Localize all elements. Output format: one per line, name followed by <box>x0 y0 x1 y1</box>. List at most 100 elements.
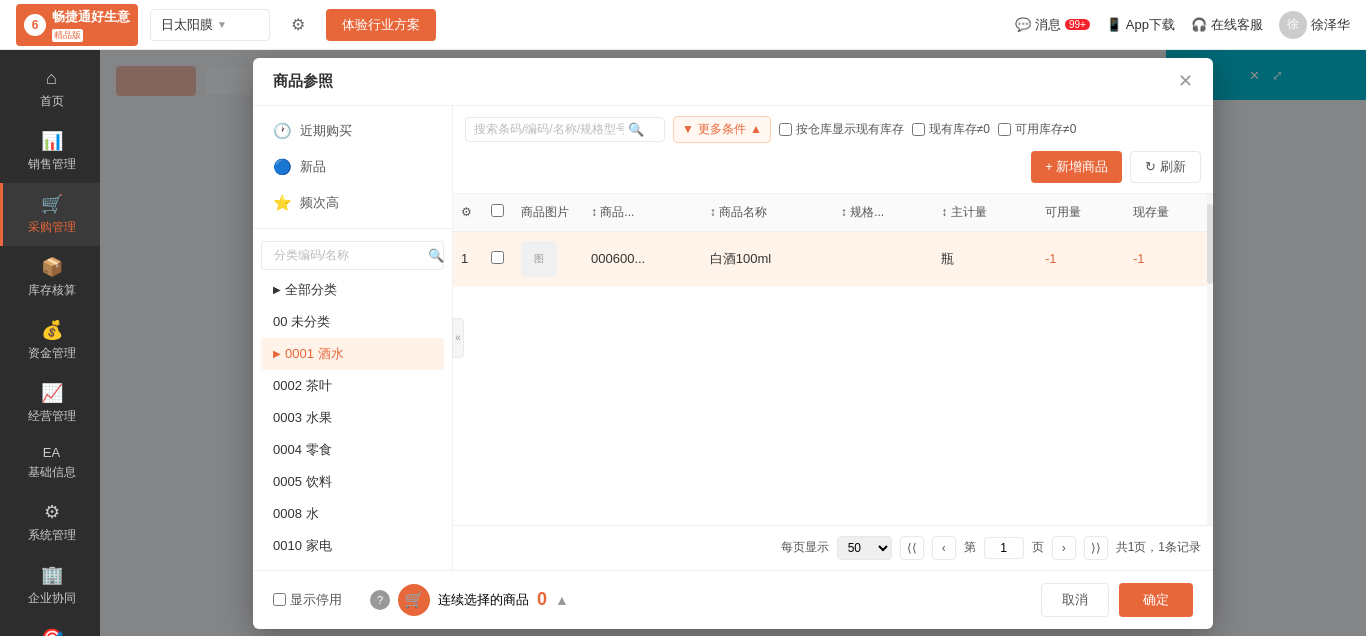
trial-button[interactable]: 体验行业方案 <box>326 9 436 41</box>
th-product-name[interactable]: ↕ 商品名称 <box>702 194 833 232</box>
sidebar-item-guide[interactable]: 🎯 新手引导 <box>0 617 100 636</box>
add-product-button[interactable]: + 新增商品 <box>1031 151 1122 183</box>
row-image-cell: 图 <box>513 231 583 286</box>
category-label-0004: 0004 零食 <box>273 441 332 459</box>
cancel-button[interactable]: 取消 <box>1041 583 1109 617</box>
category-item-all[interactable]: ▶ 全部分类 <box>261 274 444 306</box>
th-spec-label: ↕ 规格... <box>841 205 884 219</box>
sales-icon: 📊 <box>41 130 63 152</box>
sidebar-item-basic[interactable]: EA 基础信息 <box>0 435 100 491</box>
page-size-select[interactable]: 50 20 100 <box>837 536 892 560</box>
messages-nav-item[interactable]: 💬 消息 99+ <box>1015 16 1090 34</box>
sidebar-item-system[interactable]: ⚙ 系统管理 <box>0 491 100 554</box>
category-item-0010[interactable]: 0010 家电 <box>261 530 444 562</box>
th-stock-label: 现存量 <box>1133 205 1169 219</box>
sidebar-label-system: 系统管理 <box>28 527 76 544</box>
left-panel-collapse-button[interactable]: « <box>452 318 464 358</box>
nav-right-area: 💬 消息 99+ 📱 App下载 🎧 在线客服 徐 徐泽华 <box>1015 11 1350 39</box>
sidebar-item-operation[interactable]: 📈 经营管理 <box>0 372 100 435</box>
sidebar-item-enterprise[interactable]: 🏢 企业协同 <box>0 554 100 617</box>
sidebar-label-finance: 资金管理 <box>28 345 76 362</box>
tab-frequent[interactable]: ⭐ 频次高 <box>261 186 444 220</box>
available-stock-filter[interactable]: 可用库存≠0 <box>998 121 1076 138</box>
modal-header: 商品参照 ✕ <box>253 58 1213 106</box>
row-index: 1 <box>453 231 483 286</box>
cart-icon[interactable]: 🛒 <box>398 584 430 616</box>
category-item-0002[interactable]: 0002 茶叶 <box>261 370 444 402</box>
table-row[interactable]: 1 图 <box>453 231 1213 286</box>
show-disabled-filter[interactable]: 显示停用 <box>273 591 342 609</box>
prev-page-button[interactable]: ‹ <box>932 536 956 560</box>
left-panel: 🕐 近期购买 🔵 新品 ⭐ 频次高 <box>253 106 453 570</box>
th-code-label: ↕ 商品... <box>591 205 634 219</box>
purchase-icon: 🛒 <box>41 193 63 215</box>
modal-footer: 显示停用 ? 🛒 连续选择的商品 0 ▲ 取消 确定 <box>253 570 1213 629</box>
product-search-icon[interactable]: 🔍 <box>628 122 644 137</box>
filter-icon: ▼ <box>682 122 694 136</box>
th-unit[interactable]: ↕ 主计量 <box>933 194 1037 232</box>
message-icon: 💬 <box>1015 17 1031 32</box>
sidebar-label-sales: 销售管理 <box>28 156 76 173</box>
sidebar-label-home: 首页 <box>40 93 64 110</box>
available-stock-checkbox[interactable] <box>998 123 1011 136</box>
row-checkbox[interactable] <box>491 251 504 264</box>
select-all-checkbox[interactable] <box>491 204 504 217</box>
top-navbar: 6 畅捷通好生意 精品版 日太阳膜 ▼ ⚙ 体验行业方案 💬 消息 99+ 📱 … <box>0 0 1366 50</box>
footer-left: 显示停用 <box>273 591 342 609</box>
next-page-button[interactable]: › <box>1052 536 1076 560</box>
sidebar-item-sales[interactable]: 📊 销售管理 <box>0 120 100 183</box>
footer-cart: ? 🛒 连续选择的商品 0 ▲ <box>370 584 569 616</box>
product-table: ⚙ 商品图片 <box>453 194 1213 287</box>
row-name-cell: 白酒100ml <box>702 231 833 286</box>
category-item-0004[interactable]: 0004 零食 <box>261 434 444 466</box>
product-name: 白酒100ml <box>710 251 771 266</box>
category-item-0005[interactable]: 0005 饮料 <box>261 466 444 498</box>
sidebar-item-purchase[interactable]: 🛒 采购管理 <box>0 183 100 246</box>
refresh-button[interactable]: ↻ 刷新 <box>1130 151 1201 183</box>
avatar: 徐 <box>1279 11 1307 39</box>
online-service-nav-item[interactable]: 🎧 在线客服 <box>1191 16 1263 34</box>
company-selector[interactable]: 日太阳膜 ▼ <box>150 9 270 41</box>
warehouse-stock-filter[interactable]: 按仓库显示现有库存 <box>779 121 904 138</box>
current-stock-checkbox[interactable] <box>912 123 925 136</box>
tab-new[interactable]: 🔵 新品 <box>261 150 444 184</box>
category-item-0001[interactable]: ▶ 0001 酒水 <box>261 338 444 370</box>
settings-icon[interactable]: ⚙ <box>461 205 472 219</box>
pagination-bar: 每页显示 50 20 100 ⟨⟨ ‹ 第 页 › <box>453 525 1213 570</box>
category-item-00[interactable]: 00 未分类 <box>261 306 444 338</box>
sidebar-item-home[interactable]: ⌂ 首页 <box>0 58 100 120</box>
guide-icon: 🎯 <box>41 627 63 636</box>
category-label-0010: 0010 家电 <box>273 537 332 555</box>
sidebar: ⌂ 首页 📊 销售管理 🛒 采购管理 📦 库存核算 💰 资金管理 📈 经营管理 … <box>0 50 100 636</box>
last-page-button[interactable]: ⟩⟩ <box>1084 536 1108 560</box>
scrollbar-thumb[interactable] <box>1207 204 1213 284</box>
sidebar-item-finance[interactable]: 💰 资金管理 <box>0 309 100 372</box>
logo[interactable]: 6 畅捷通好生意 精品版 <box>16 4 138 46</box>
user-profile-nav-item[interactable]: 徐 徐泽华 <box>1279 11 1350 39</box>
th-product-code[interactable]: ↕ 商品... <box>583 194 702 232</box>
category-search-icon[interactable]: 🔍 <box>428 248 444 263</box>
product-search-input[interactable] <box>474 122 624 136</box>
cart-collapse-icon[interactable]: ▲ <box>555 592 569 608</box>
category-label-0002: 0002 茶叶 <box>273 377 332 395</box>
recent-icon: 🕐 <box>273 122 292 140</box>
sidebar-item-inventory[interactable]: 📦 库存核算 <box>0 246 100 309</box>
confirm-button[interactable]: 确定 <box>1119 583 1193 617</box>
current-stock-filter[interactable]: 现有库存≠0 <box>912 121 990 138</box>
modal-close-button[interactable]: ✕ <box>1178 72 1193 90</box>
help-icon[interactable]: ? <box>370 590 390 610</box>
first-page-button[interactable]: ⟨⟨ <box>900 536 924 560</box>
page-number-input[interactable] <box>984 537 1024 559</box>
warehouse-stock-checkbox[interactable] <box>779 123 792 136</box>
category-search-input[interactable] <box>274 248 424 262</box>
tab-recent[interactable]: 🕐 近期购买 <box>261 114 444 148</box>
more-filter-button[interactable]: ▼ 更多条件 ▲ <box>673 116 771 143</box>
th-spec[interactable]: ↕ 规格... <box>833 194 933 232</box>
app-download-nav-item[interactable]: 📱 App下载 <box>1106 16 1175 34</box>
tab-frequent-label: 频次高 <box>300 194 339 212</box>
show-disabled-checkbox[interactable] <box>273 593 286 606</box>
sidebar-label-operation: 经营管理 <box>28 408 76 425</box>
category-item-0003[interactable]: 0003 水果 <box>261 402 444 434</box>
settings-icon[interactable]: ⚙ <box>282 9 314 41</box>
category-item-0008[interactable]: 0008 水 <box>261 498 444 530</box>
